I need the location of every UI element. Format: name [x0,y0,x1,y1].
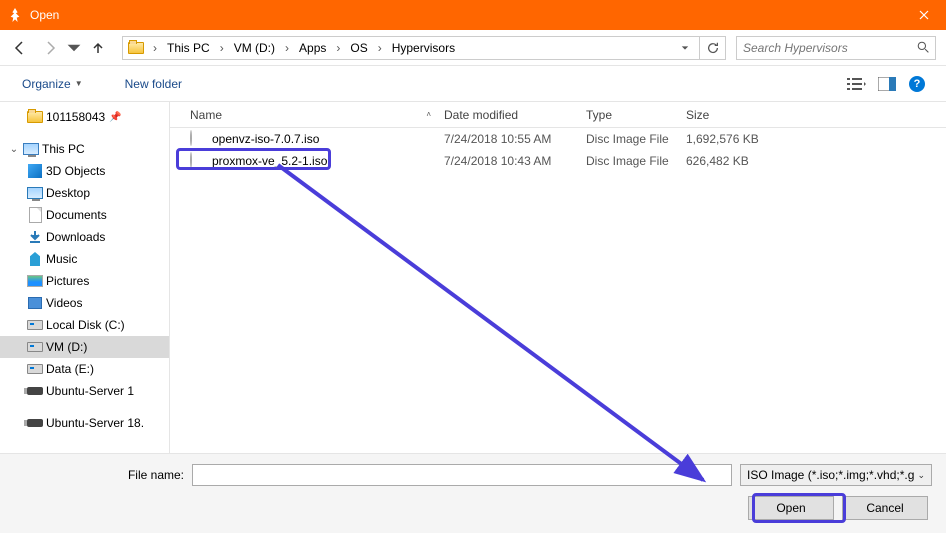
close-button[interactable] [901,0,946,30]
tree-music[interactable]: Music [0,248,169,270]
address-history-dropdown[interactable] [675,37,695,59]
drive-icon [26,361,44,377]
help-button[interactable]: ? [902,72,932,96]
tree-pictures[interactable]: Pictures [0,270,169,292]
organize-button[interactable]: Organize▼ [14,73,91,95]
file-size: 1,692,576 KB [680,132,790,146]
file-list: Name˄ Date modified Type Size openvz-iso… [170,102,946,453]
refresh-button[interactable] [699,37,725,59]
pictures-icon [26,273,44,289]
nav-tree: 101158043 📌 ⌄ This PC 3D Objects Desktop… [0,102,170,453]
chevron-icon[interactable]: › [147,41,163,55]
tree-vm-d[interactable]: VM (D:) [0,336,169,358]
tree-videos[interactable]: Videos [0,292,169,314]
preview-pane-button[interactable] [872,72,902,96]
crumb-vm[interactable]: VM (D:) [230,41,279,55]
tree-ubuntu18[interactable]: Ubuntu-Server 18. [0,412,169,434]
filename-input[interactable] [192,464,732,486]
drive-icon [26,317,44,333]
view-options-button[interactable] [842,72,872,96]
col-name[interactable]: Name˄ [184,104,438,126]
computer-icon [22,141,40,157]
window-title: Open [30,8,901,22]
crumb-thispc[interactable]: This PC [163,41,214,55]
file-row[interactable]: openvz-iso-7.0.7.iso 7/24/2018 10:55 AM … [170,128,946,150]
app-icon [8,8,22,22]
pin-icon: 📌 [109,112,121,123]
search-input[interactable] [737,41,911,55]
file-date: 7/24/2018 10:55 AM [438,132,580,146]
crumb-hypervisors[interactable]: Hypervisors [388,41,459,55]
footer: File name: ISO Image (*.iso;*.img;*.vhd;… [0,453,946,533]
chevron-icon[interactable]: › [372,41,388,55]
usb-icon [26,383,44,399]
open-button[interactable]: Open [748,496,834,520]
videos-icon [26,295,44,311]
cube-icon [26,163,44,179]
tree-ubuntu1[interactable]: Ubuntu-Server 1 [0,380,169,402]
drive-icon [26,339,44,355]
crumb-os[interactable]: OS [346,41,371,55]
toolbar: Organize▼ New folder ? [0,66,946,102]
sort-icon: ˄ [426,110,431,119]
titlebar: Open [0,0,946,30]
desktop-icon [26,185,44,201]
search-box[interactable] [736,36,936,60]
col-size[interactable]: Size [680,104,790,126]
chevron-icon[interactable]: › [214,41,230,55]
tree-documents[interactable]: Documents [0,204,169,226]
tree-desktop[interactable]: Desktop [0,182,169,204]
chevron-icon[interactable]: › [279,41,295,55]
collapse-icon[interactable]: ⌄ [8,144,20,155]
file-name: openvz-iso-7.0.7.iso [212,132,319,146]
col-date[interactable]: Date modified [438,104,580,126]
new-folder-button[interactable]: New folder [117,73,190,95]
file-row[interactable]: proxmox-ve_5.2-1.iso 7/24/2018 10:43 AM … [170,150,946,172]
file-name: proxmox-ve_5.2-1.iso [212,154,327,168]
music-icon [26,251,44,267]
address-folder-icon [125,37,147,59]
file-type: Disc Image File [580,132,680,146]
documents-icon [26,207,44,223]
cancel-button[interactable]: Cancel [842,496,928,520]
tree-quick-folder[interactable]: 101158043 📌 [0,106,169,128]
search-icon[interactable] [911,37,935,59]
up-button[interactable] [84,34,112,62]
forward-button[interactable] [36,34,64,62]
folder-icon [26,109,44,125]
tree-data-e[interactable]: Data (E:) [0,358,169,380]
file-type-filter[interactable]: ISO Image (*.iso;*.img;*.vhd;*.g⌄ [740,464,932,486]
address-bar[interactable]: › This PC › VM (D:) › Apps › OS › Hyperv… [122,36,726,60]
chevron-down-icon: ⌄ [917,470,925,481]
tree-downloads[interactable]: Downloads [0,226,169,248]
tree-localdisk-c[interactable]: Local Disk (C:) [0,314,169,336]
filename-label: File name: [14,468,184,482]
file-date: 7/24/2018 10:43 AM [438,154,580,168]
navbar: › This PC › VM (D:) › Apps › OS › Hyperv… [0,30,946,66]
file-size: 626,482 KB [680,154,790,168]
tree-3dobjects[interactable]: 3D Objects [0,160,169,182]
crumb-apps[interactable]: Apps [295,41,330,55]
downloads-icon [26,229,44,245]
chevron-icon[interactable]: › [330,41,346,55]
disc-image-icon [190,153,206,169]
main-area: 101158043 📌 ⌄ This PC 3D Objects Desktop… [0,102,946,453]
back-button[interactable] [6,34,34,62]
column-headers: Name˄ Date modified Type Size [170,102,946,128]
disc-image-icon [190,131,206,147]
usb-icon [26,415,44,431]
tree-thispc[interactable]: ⌄ This PC [0,138,169,160]
file-type: Disc Image File [580,154,680,168]
recent-dropdown[interactable] [66,34,82,62]
col-type[interactable]: Type [580,104,680,126]
